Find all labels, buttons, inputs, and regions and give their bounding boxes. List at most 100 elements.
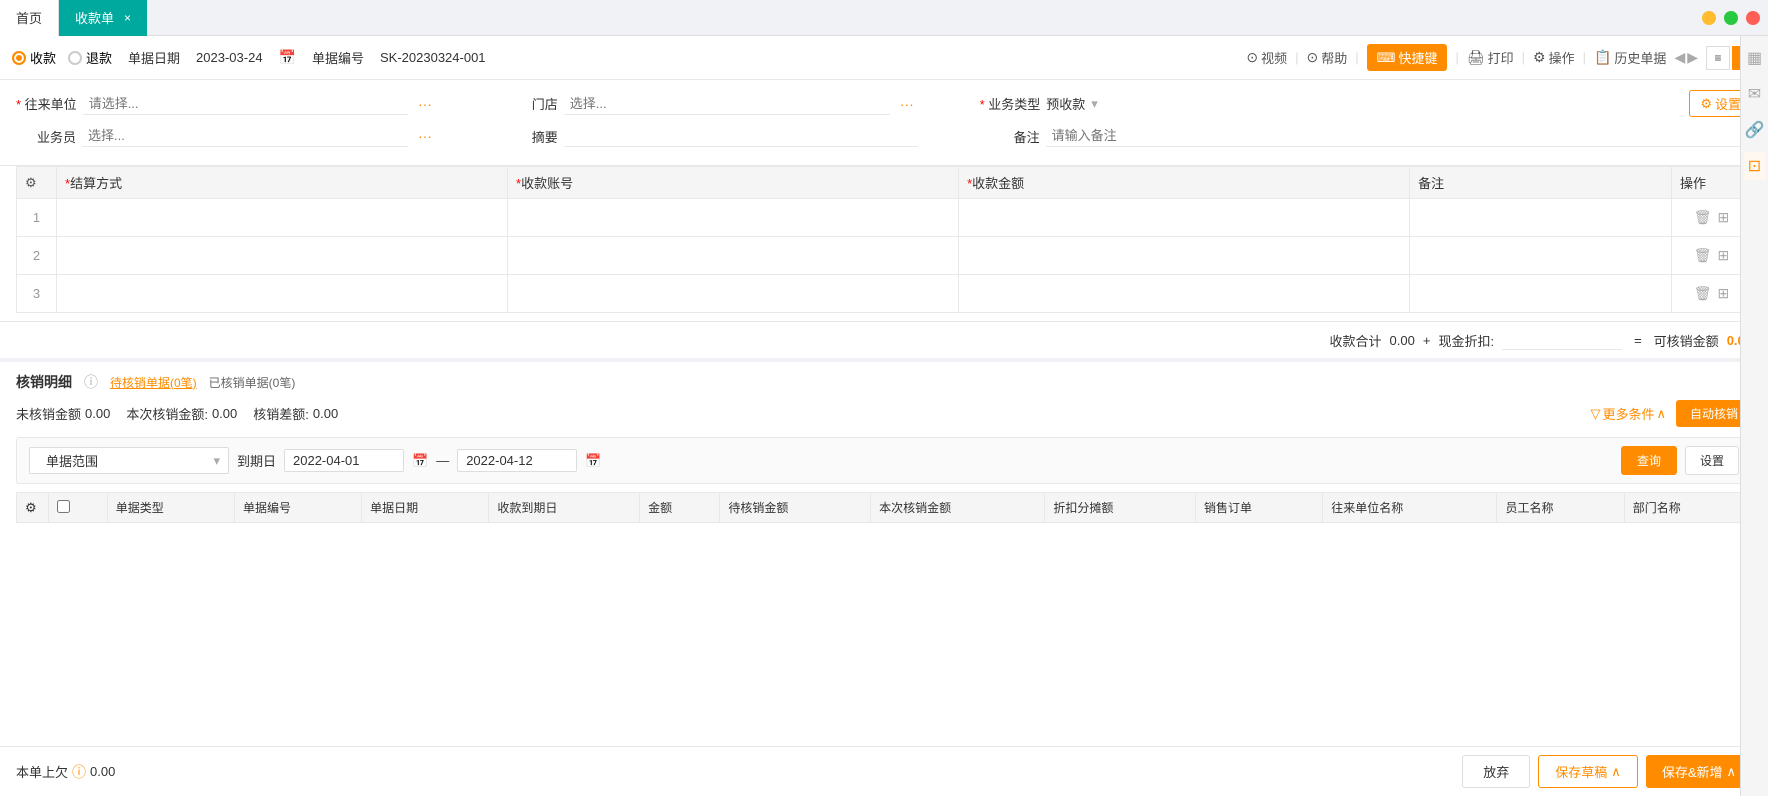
receipt-refund-group: 收款 退款 [12, 48, 112, 67]
operation-button[interactable]: ⚙ 操作 [1533, 48, 1575, 67]
date-th: 单据日期 [362, 493, 489, 523]
settlement-cell-2[interactable] [57, 237, 508, 275]
store-input[interactable] [564, 93, 890, 115]
settlement-cell-1[interactable] [57, 199, 508, 237]
range-dropdown-icon: ▾ [213, 453, 220, 469]
more-conditions-link[interactable]: ▽ 更多条件 ∧ [1590, 404, 1666, 423]
layout-icon-list[interactable]: ≡ [1706, 46, 1730, 70]
remark-cell-2[interactable] [1410, 237, 1672, 275]
gear-th[interactable]: ⚙ [17, 167, 57, 199]
sep1: | [1295, 50, 1298, 65]
tab-close-icon[interactable]: × [124, 11, 131, 25]
delete-icon-2[interactable]: 🗑 [1694, 247, 1712, 264]
business-type-dropdown[interactable]: ▾ [1091, 96, 1098, 112]
counterpart-more-icon[interactable]: ··· [414, 96, 436, 112]
delete-icon-1[interactable]: 🗑 [1694, 209, 1712, 226]
sidebar-link-icon[interactable]: 🔗 [1741, 116, 1768, 144]
save-draft-button[interactable]: 保存草稿 ∧ [1538, 755, 1638, 788]
diff-value: 0.00 [313, 406, 338, 421]
remark-cell-3[interactable] [1410, 275, 1672, 313]
amount-cell-2[interactable] [959, 237, 1410, 275]
sidebar-mail-icon[interactable]: ✉ [1744, 80, 1765, 108]
date-to-input[interactable] [457, 449, 577, 472]
save-new-label: 保存&新增 [1662, 762, 1723, 781]
table-gear-icon[interactable]: ⚙ [25, 175, 37, 190]
range-right-buttons: 查询 设置 [1621, 446, 1739, 475]
help-button[interactable]: ⊙ 帮助 [1307, 48, 1348, 67]
current-value: 0.00 [212, 406, 237, 421]
bill-value: 0.00 [90, 764, 115, 779]
plus-sign: + [1423, 333, 1431, 348]
tab-home[interactable]: 首页 [0, 0, 59, 36]
form-row-1: * 往来单位 ··· 门店 ··· * 业务类型 预收款 [16, 90, 1752, 117]
print-button[interactable]: 🖨 打印 [1467, 48, 1514, 67]
remark-field: 备注 [980, 125, 1752, 147]
radio-receipt[interactable]: 收款 [12, 48, 56, 67]
summary-row: 收款合计 0.00 + 现金折扣: = 可核销金额 0.00 [0, 321, 1768, 358]
done-tab[interactable]: 已核销单据(0笔) [209, 374, 296, 391]
required-star-1: * [16, 97, 21, 112]
prev-arrow[interactable]: ◀ [1674, 49, 1685, 66]
date-from-icon[interactable]: 📅 [412, 453, 428, 469]
amount-cell-1[interactable] [959, 199, 1410, 237]
date-to-icon[interactable]: 📅 [585, 453, 601, 469]
date-range-row: 单据范围 ▾ 到期日 📅 — 📅 查询 设置 [16, 437, 1752, 484]
range-select[interactable]: 单据范围 ▾ [29, 447, 229, 474]
copy-icon-3[interactable]: ⊞ [1718, 285, 1730, 302]
sidebar-expand-icon[interactable]: ⊡ [1744, 152, 1765, 180]
sep5: | [1583, 50, 1586, 65]
account-cell-2[interactable] [508, 237, 959, 275]
gear-icon-bottom[interactable]: ⚙ [25, 500, 37, 515]
verify-info-icon[interactable]: ⓘ [84, 372, 98, 392]
bill-info-icon[interactable]: ⓘ [72, 762, 86, 782]
copy-icon-1[interactable]: ⊞ [1718, 209, 1730, 226]
query-button[interactable]: 查询 [1621, 446, 1677, 475]
minimize-button[interactable] [1702, 11, 1716, 25]
setting-button-2[interactable]: 设置 [1685, 446, 1739, 475]
save-new-button[interactable]: 保存&新增 ∧ [1646, 755, 1752, 788]
checkbox-th: ⚙ [17, 493, 49, 523]
video-button[interactable]: ⊙ 视频 [1246, 48, 1287, 67]
tab-bar: 首页 收款单 × [0, 0, 1768, 36]
remark-cell-1[interactable] [1410, 199, 1672, 237]
delete-icon-3[interactable]: 🗑 [1694, 285, 1712, 302]
select-all-checkbox[interactable] [57, 500, 70, 513]
account-cell-3[interactable] [508, 275, 959, 313]
amount-cell-3[interactable] [959, 275, 1410, 313]
summary-label: 摘要 [498, 127, 558, 146]
salesperson-input[interactable] [82, 125, 408, 147]
remark-th: 备注 [1410, 167, 1672, 199]
radio-refund[interactable]: 退款 [68, 48, 112, 67]
next-arrow[interactable]: ▶ [1687, 49, 1698, 66]
counterpart-input[interactable] [83, 93, 408, 115]
right-sidebar: ▦ ✉ 🔗 ⊡ [1740, 36, 1768, 796]
shortcut-button[interactable]: ⌨ 快捷键 [1367, 44, 1448, 71]
store-label: 门店 [498, 94, 558, 113]
pending-tab[interactable]: 待核销单据(0笔) [110, 374, 197, 391]
summary-input[interactable] [564, 125, 918, 147]
total-value: 0.00 [1390, 333, 1415, 348]
remark-input[interactable] [1046, 125, 1752, 147]
date-calendar-icon[interactable]: 📅 [279, 49, 296, 66]
close-button[interactable] [1746, 11, 1760, 25]
store-more-icon[interactable]: ··· [896, 96, 918, 112]
salesperson-more-icon[interactable]: ··· [414, 128, 436, 144]
unverified-label: 未核销金额 [16, 404, 81, 423]
date-from-input[interactable] [284, 449, 404, 472]
history-button[interactable]: 📋 历史单据 [1594, 48, 1666, 67]
settlement-cell-3[interactable] [57, 275, 508, 313]
amount-th-b: 金额 [640, 493, 720, 523]
sidebar-table-icon[interactable]: ▦ [1743, 44, 1766, 72]
sep2: | [1355, 50, 1358, 65]
footer-buttons: 放弃 保存草稿 ∧ 保存&新增 ∧ [1462, 755, 1752, 788]
account-cell-1[interactable] [508, 199, 959, 237]
type-th: 单据类型 [107, 493, 234, 523]
row-num-2: 2 [17, 237, 57, 275]
row-num-3: 3 [17, 275, 57, 313]
abandon-button[interactable]: 放弃 [1462, 755, 1530, 788]
tab-active[interactable]: 收款单 × [59, 0, 147, 36]
maximize-button[interactable] [1724, 11, 1738, 25]
copy-icon-2[interactable]: ⊞ [1718, 247, 1730, 264]
discount-input[interactable] [1502, 330, 1622, 350]
print-label: 打印 [1488, 48, 1514, 67]
